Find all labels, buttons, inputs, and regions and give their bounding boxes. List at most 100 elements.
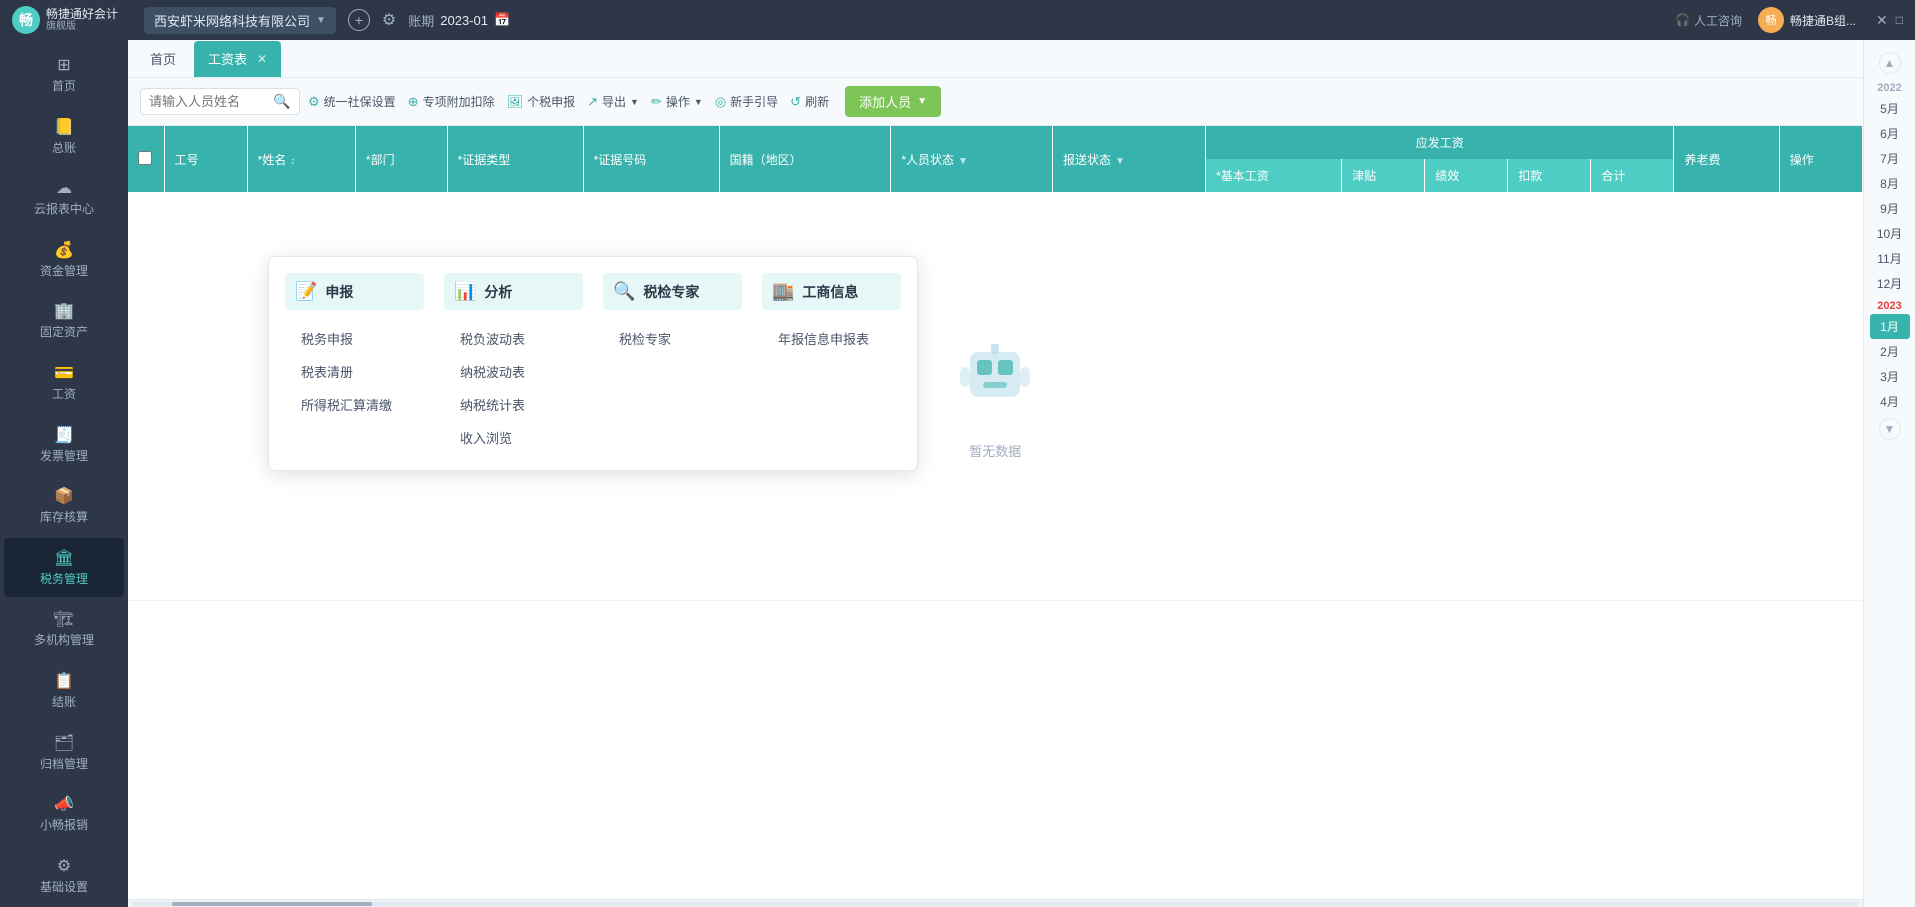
inventory-icon: 📦	[54, 486, 74, 506]
logo-icon: 畅	[12, 6, 40, 34]
col-performance: 绩效	[1425, 159, 1508, 192]
special-deduction-button[interactable]: ⊕ 专项附加扣除	[408, 93, 495, 110]
special-deduction-icon: ⊕	[408, 94, 419, 110]
tax-icon: 🏛	[54, 548, 74, 568]
tab-salary-table[interactable]: 工资表 ✕	[194, 41, 281, 77]
col-id-number: *证据号码	[583, 126, 719, 192]
dropdown-header-analysis: 📊 分析	[444, 273, 583, 310]
search-input[interactable]	[149, 94, 269, 109]
analysis-icon: 📊	[454, 281, 476, 302]
menu-item-tax-expert[interactable]: 税检专家	[603, 322, 742, 355]
timeline-month-12[interactable]: 12月	[1870, 271, 1910, 296]
menu-item-income-browse[interactable]: 收入浏览	[444, 421, 583, 454]
scrollbar-track[interactable]	[132, 902, 1859, 906]
help-icon: 🎧	[1675, 13, 1690, 27]
settings-icon[interactable]: ⚙	[382, 10, 396, 30]
export-dropdown-arrow: ▼	[630, 97, 639, 107]
timeline-month-11[interactable]: 11月	[1870, 246, 1910, 271]
operations-button[interactable]: ✏ 操作 ▼	[651, 93, 703, 110]
sidebar-item-archive[interactable]: 🗂 归档管理	[4, 723, 124, 783]
timeline-month-5[interactable]: 5月	[1870, 96, 1910, 121]
sidebar-item-invoice[interactable]: 🧾 发票管理	[4, 415, 124, 475]
period-area: 账期 2023-01 📅	[408, 11, 510, 30]
timeline-up-button[interactable]: ▲	[1879, 52, 1901, 74]
invoice-icon: 🧾	[54, 425, 74, 445]
empty-text: 暂无数据	[969, 441, 1021, 460]
select-all-checkbox[interactable]	[138, 151, 152, 165]
timeline-curr-year: 2023	[1877, 300, 1901, 312]
sidebar-item-salary[interactable]: 💳 工资	[4, 353, 124, 413]
sidebar: ⊞ 首页 📒 总账 ☁ 云报表中心 💰 资金管理 🏢 固定资产 💳 工资 🧾 发…	[0, 40, 128, 907]
add-company-button[interactable]: +	[348, 9, 370, 31]
sidebar-item-assets[interactable]: 🏢 固定资产	[4, 291, 124, 351]
col-allowance: 津贴	[1342, 159, 1425, 192]
social-security-icon: ⚙	[308, 94, 320, 110]
menu-item-tax-stats[interactable]: 纳税统计表	[444, 388, 583, 421]
export-button[interactable]: ↗ 导出 ▼	[587, 93, 639, 110]
timeline-month-7[interactable]: 7月	[1870, 146, 1910, 171]
home-icon: ⊞	[57, 55, 70, 75]
add-person-dropdown-arrow: ▼	[917, 96, 927, 107]
sidebar-item-home[interactable]: ⊞ 首页	[4, 45, 124, 105]
main-layout: ⊞ 首页 📒 总账 ☁ 云报表中心 💰 资金管理 🏢 固定资产 💳 工资 🧾 发…	[0, 40, 1915, 907]
tab-home[interactable]: 首页	[136, 41, 190, 77]
timeline-month-3[interactable]: 3月	[1870, 364, 1910, 389]
col-base-salary: *基本工资	[1206, 159, 1342, 192]
scrollbar-area	[128, 899, 1863, 907]
salary-icon: 💳	[54, 363, 74, 383]
header-right: 🎧 人工咨询 畅 畅捷通B组...	[1675, 7, 1856, 33]
timeline-month-10[interactable]: 10月	[1870, 221, 1910, 246]
window-close-icon[interactable]: ✕	[1876, 12, 1888, 29]
menu-item-tax-table[interactable]: 税表清册	[285, 355, 424, 388]
tab-bar: 首页 工资表 ✕	[128, 40, 1863, 78]
timeline-month-1[interactable]: 1月	[1870, 314, 1910, 339]
timeline-month-2[interactable]: 2月	[1870, 339, 1910, 364]
scrollbar-thumb[interactable]	[172, 902, 372, 906]
sidebar-item-cloud[interactable]: ☁ 云报表中心	[4, 168, 124, 228]
new-guide-button[interactable]: ◎ 新手引导	[715, 93, 778, 110]
refresh-button[interactable]: ↺ 刷新	[790, 93, 829, 110]
dropdown-header-declaration: 📝 申报	[285, 273, 424, 310]
tax-expert-icon: 🔍	[613, 281, 635, 302]
calendar-icon[interactable]: 📅	[494, 12, 510, 28]
user-area[interactable]: 畅 畅捷通B组...	[1758, 7, 1856, 33]
sidebar-item-funds[interactable]: 💰 资金管理	[4, 230, 124, 290]
tax-declaration-button[interactable]: 🖼 个税申报	[507, 93, 576, 110]
dropdown-header-business: 🏬 工商信息	[762, 273, 901, 310]
declaration-icon: 📝	[295, 281, 317, 302]
col-region: 国籍（地区）	[719, 126, 891, 192]
sidebar-item-multi[interactable]: 🏗 多机构管理	[4, 599, 124, 659]
dropdown-col-tax-expert: 🔍 税检专家 税检专家	[603, 273, 742, 454]
menu-item-tax-declare[interactable]: 税务申报	[285, 322, 424, 355]
social-security-button[interactable]: ⚙ 统一社保设置	[308, 93, 396, 110]
settle-icon: 📋	[54, 671, 74, 691]
add-person-button[interactable]: 添加人员 ▼	[845, 86, 941, 117]
menu-item-annual-report[interactable]: 年报信息申报表	[762, 322, 901, 355]
timeline-month-6[interactable]: 6月	[1870, 121, 1910, 146]
sidebar-item-changtong[interactable]: 📣 小畅报销	[4, 784, 124, 844]
table-container: 工号 *姓名↕ *部门 *证据类型 *证据号码 国籍（地区） *人员状态▼ 报送…	[128, 126, 1863, 899]
menu-item-tax-burden[interactable]: 税负波动表	[444, 322, 583, 355]
top-header: 畅 畅捷通好会计 旗舰版 西安虾米网络科技有限公司 ▼ + ⚙ 账期 2023-…	[0, 0, 1915, 40]
menu-item-income-tax[interactable]: 所得税汇算清缴	[285, 388, 424, 421]
dropdown-col-declaration: 📝 申报 税务申报 税表清册 所得税汇算清缴	[285, 273, 424, 454]
sidebar-item-inventory[interactable]: 📦 库存核算	[4, 476, 124, 536]
sidebar-item-settle[interactable]: 📋 结账	[4, 661, 124, 721]
help-button[interactable]: 🎧 人工咨询	[1675, 12, 1742, 29]
search-input-wrap[interactable]: 🔍	[140, 88, 300, 115]
timeline-month-8[interactable]: 8月	[1870, 171, 1910, 196]
col-group-payroll: 应发工资	[1206, 126, 1674, 159]
avatar: 畅	[1758, 7, 1784, 33]
dropdown-col-business: 🏬 工商信息 年报信息申报表	[762, 273, 901, 454]
window-maximize-icon[interactable]: □	[1896, 13, 1903, 27]
company-select[interactable]: 西安虾米网络科技有限公司 ▼	[144, 7, 336, 34]
timeline-month-4[interactable]: 4月	[1870, 389, 1910, 414]
sidebar-item-basic[interactable]: ⚙ 基础设置	[4, 846, 124, 906]
menu-item-tax-payment[interactable]: 纳税波动表	[444, 355, 583, 388]
timeline-month-9[interactable]: 9月	[1870, 196, 1910, 221]
tab-close-button[interactable]: ✕	[257, 52, 267, 66]
col-action: 操作	[1779, 126, 1862, 192]
sidebar-item-ledger[interactable]: 📒 总账	[4, 107, 124, 167]
sidebar-item-tax[interactable]: 🏛 税务管理	[4, 538, 124, 598]
timeline-down-button[interactable]: ▼	[1879, 418, 1901, 440]
